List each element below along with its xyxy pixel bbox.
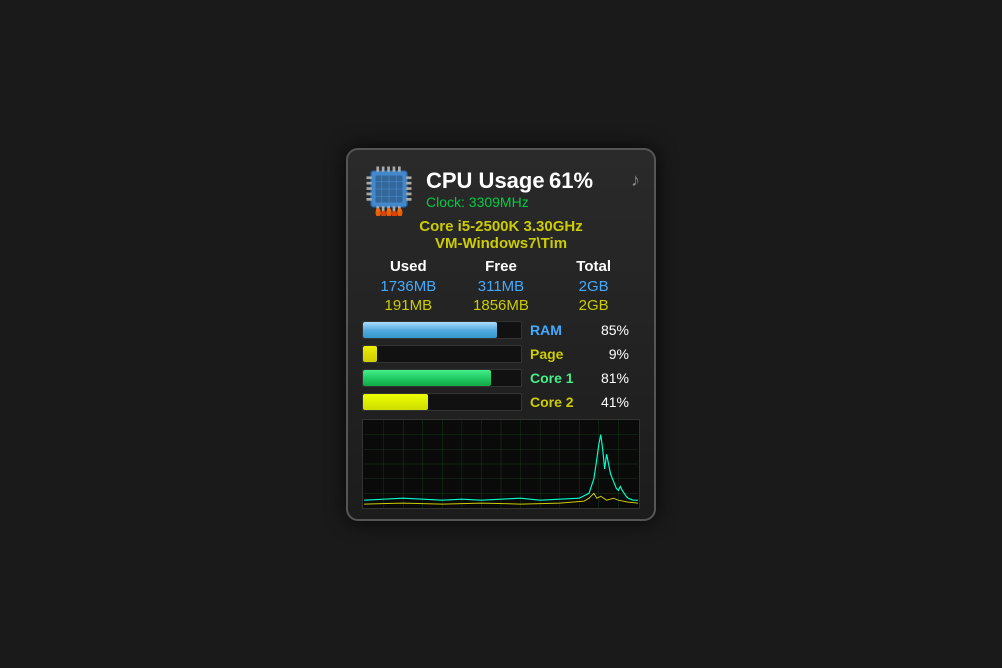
ram-bar-fill <box>363 322 497 338</box>
bar-row-core1: Core 1 81% <box>362 369 640 387</box>
mem-row2-used: 191MB <box>362 297 454 314</box>
page-bar-fill <box>363 346 377 362</box>
graph-grid-svg <box>363 420 639 508</box>
col-total: Total <box>548 258 640 275</box>
memory-table: Used Free Total 1736MB 311MB 2GB 191MB 1… <box>362 256 640 315</box>
core2-pct: 41% <box>593 394 629 410</box>
cpu-graph <box>362 419 640 509</box>
ram-pct: 85% <box>593 322 629 338</box>
core1-bar-track <box>362 369 522 387</box>
core1-bar-fill <box>363 370 491 386</box>
vm-user-label: VM-Windows7\Tim <box>362 235 640 252</box>
mem-row1-used: 1736MB <box>362 278 454 295</box>
bar-row-ram: RAM 85% <box>362 321 640 339</box>
core2-bar-fill <box>363 394 428 410</box>
music-icon: ♪ <box>631 170 640 191</box>
bar-row-page: Page 9% <box>362 345 640 363</box>
mem-row-1: 1736MB 311MB 2GB <box>362 277 640 296</box>
col-free: Free <box>455 258 547 275</box>
header-right: CPU Usage 61% Clock: 3309MHz ♪ <box>426 168 640 210</box>
mem-header-row: Used Free Total <box>362 256 640 277</box>
clock-line: Clock: 3309MHz <box>426 194 640 210</box>
ram-bar-track <box>362 321 522 339</box>
mem-row-2: 191MB 1856MB 2GB <box>362 296 640 315</box>
page-pct: 9% <box>593 346 629 362</box>
page-label: Page <box>530 346 585 362</box>
core1-pct: 81% <box>593 370 629 386</box>
cpu-icon <box>362 162 416 216</box>
cpu-usage-percent: 61% <box>549 168 593 193</box>
page-bar-track <box>362 345 522 363</box>
mem-row2-free: 1856MB <box>455 297 547 314</box>
mem-row2-total: 2GB <box>548 297 640 314</box>
cpu-title: CPU Usage <box>426 168 545 193</box>
core2-label: Core 2 <box>530 394 585 410</box>
ram-label: RAM <box>530 322 585 338</box>
bars-section: RAM 85% Page 9% Core 1 81% Core 2 41% <box>362 321 640 411</box>
processor-label: Core i5-2500K 3.30GHz <box>362 218 640 235</box>
mem-row1-free: 311MB <box>455 278 547 295</box>
core2-bar-track <box>362 393 522 411</box>
cpu-widget: CPU Usage 61% Clock: 3309MHz ♪ Core i5-2… <box>346 148 656 521</box>
col-used: Used <box>362 258 454 275</box>
bar-row-core2: Core 2 41% <box>362 393 640 411</box>
mem-row1-total: 2GB <box>548 278 640 295</box>
header: CPU Usage 61% Clock: 3309MHz ♪ <box>362 162 640 216</box>
core1-label: Core 1 <box>530 370 585 386</box>
sub-info: Core i5-2500K 3.30GHz VM-Windows7\Tim <box>362 218 640 252</box>
cpu-title-line: CPU Usage 61% <box>426 168 640 194</box>
